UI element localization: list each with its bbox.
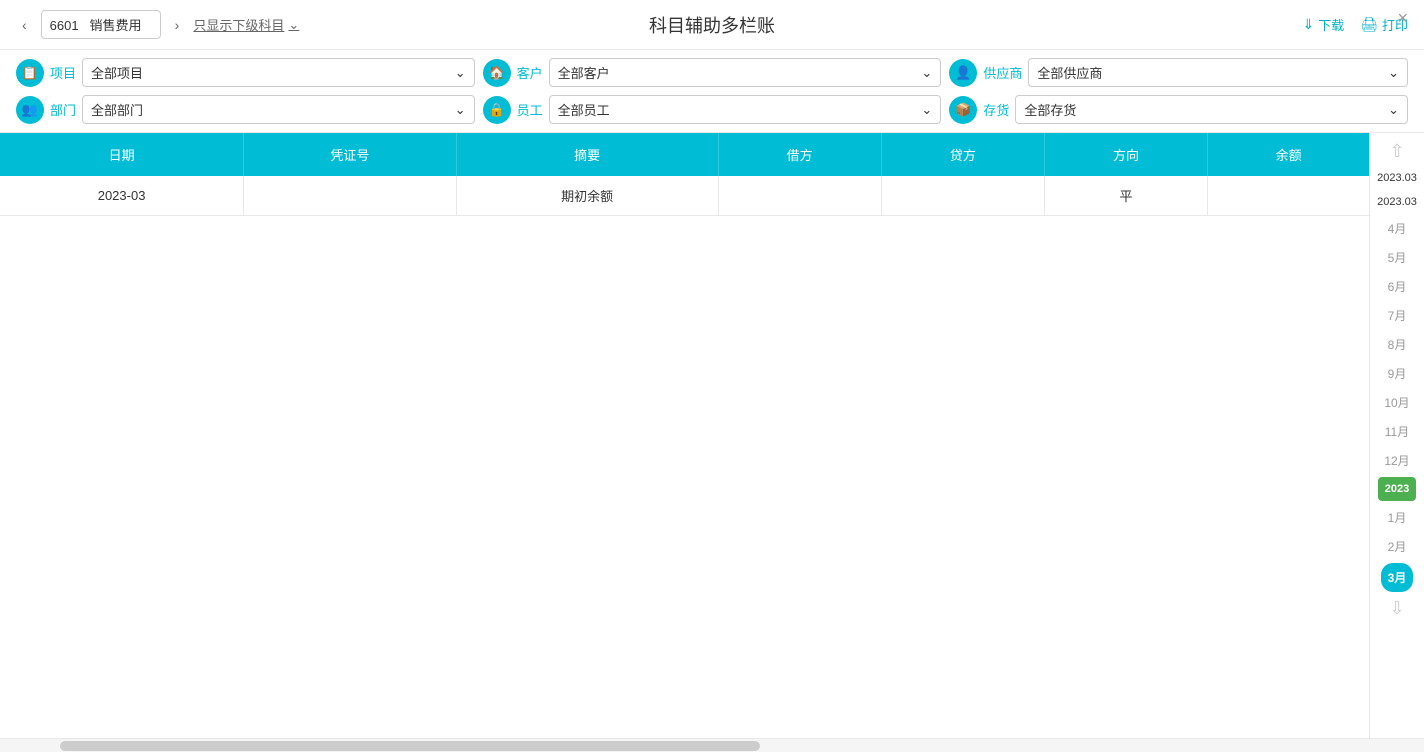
timeline-month-3-active[interactable]: 3月 [1381, 563, 1413, 592]
supplier-chevron-icon: ⌄ [1388, 65, 1399, 81]
dept-filter-row: 👥 部门 全部部门 ⌄ [16, 95, 475, 124]
title-bar: ‹ 6601 销售费用 › 只显示下级科目 ⌄ 科目辅助多栏账 ⇓ 下载 🖨 打… [0, 0, 1424, 50]
title-left: ‹ 6601 销售费用 › 只显示下级科目 ⌄ [16, 10, 299, 39]
col-debit: 借方 [718, 133, 881, 176]
dept-select-value: 全部部门 [91, 100, 143, 119]
timeline-month-5[interactable]: 5月 [1370, 243, 1424, 272]
cell-direction: 平 [1044, 176, 1207, 216]
download-icon: ⇓ [1302, 16, 1314, 33]
chevron-down-icon: ⌄ [288, 17, 299, 33]
col-voucher: 凭证号 [244, 133, 457, 176]
employee-select-value: 全部员工 [558, 100, 610, 119]
filter-row-1: 📋 项目 全部项目 ⌄ 🏠 客户 全部客户 ⌄ 👤 供应商 [16, 58, 1408, 87]
main-window: ‹ 6601 销售费用 › 只显示下级科目 ⌄ 科目辅助多栏账 ⇓ 下载 🖨 打… [0, 0, 1424, 752]
download-button[interactable]: ⇓ 下载 [1302, 15, 1344, 34]
supplier-select-wrapper[interactable]: 全部供应商 ⌄ [1028, 58, 1408, 87]
title-right: ⇓ 下载 🖨 打印 × [1302, 15, 1408, 34]
employee-chevron-icon: ⌄ [921, 102, 932, 118]
ledger-table: 日期 凭证号 摘要 借方 贷方 方向 余额 2023-03 期初余额 [0, 133, 1369, 216]
inventory-icon: 📦 [949, 96, 977, 124]
employee-filter-row: 🔒 员工 全部员工 ⌄ [483, 95, 942, 124]
filter-bar: 📋 项目 全部项目 ⌄ 🏠 客户 全部客户 ⌄ 👤 供应商 [0, 50, 1424, 133]
print-icon: 🖨 [1360, 16, 1378, 33]
dept-label: 部门 [50, 100, 76, 119]
project-filter-row: 📋 项目 全部项目 ⌄ [16, 58, 475, 87]
col-date: 日期 [0, 133, 244, 176]
scrollbar-area[interactable] [0, 738, 1424, 752]
col-credit: 贷方 [881, 133, 1044, 176]
cell-date: 2023-03 [0, 176, 244, 216]
inventory-chevron-icon: ⌄ [1388, 102, 1399, 118]
timeline-month-9[interactable]: 9月 [1370, 359, 1424, 388]
account-code-box: 6601 销售费用 [41, 10, 161, 39]
project-icon: 📋 [16, 59, 44, 87]
timeline-month-12[interactable]: 12月 [1370, 446, 1424, 475]
timeline-year-2023[interactable]: 2023 [1378, 477, 1416, 501]
customer-icon: 🏠 [483, 59, 511, 87]
account-name: 销售费用 [89, 18, 141, 33]
cell-summary: 期初余额 [456, 176, 718, 216]
project-chevron-icon: ⌄ [455, 65, 466, 81]
next-account-button[interactable]: › [169, 15, 186, 35]
timeline-up-arrow[interactable]: ⇧ [1385, 137, 1408, 166]
cell-balance [1208, 176, 1369, 216]
timeline-month-1[interactable]: 1月 [1370, 503, 1424, 532]
table-row[interactable]: 2023-03 期初余额 平 [0, 176, 1369, 216]
timeline-month-4[interactable]: 4月 [1370, 214, 1424, 243]
scroll-thumb[interactable] [60, 741, 760, 751]
close-button[interactable]: × [1397, 8, 1408, 29]
supplier-select-value: 全部供应商 [1037, 63, 1102, 82]
employee-select-wrapper[interactable]: 全部员工 ⌄ [549, 95, 942, 124]
inventory-label: 存货 [983, 100, 1009, 119]
employee-label: 员工 [517, 100, 543, 119]
dept-chevron-icon: ⌄ [455, 102, 466, 118]
project-select-wrapper[interactable]: 全部项目 ⌄ [82, 58, 475, 87]
side-timeline: ⇧ 2023.03 2023.03 4月 5月 6月 7月 8月 9月 10月 … [1369, 133, 1424, 738]
supplier-icon: 👤 [949, 59, 977, 87]
col-summary: 摘要 [456, 133, 718, 176]
prev-account-button[interactable]: ‹ [16, 15, 33, 35]
customer-select-value: 全部客户 [558, 63, 610, 82]
supplier-label: 供应商 [983, 63, 1022, 82]
supplier-filter-row: 👤 供应商 全部供应商 ⌄ [949, 58, 1408, 87]
cell-credit [881, 176, 1044, 216]
timeline-month-2[interactable]: 2月 [1370, 532, 1424, 561]
timeline-down-arrow[interactable]: ⇩ [1385, 594, 1408, 623]
table-header-row: 日期 凭证号 摘要 借方 贷方 方向 余额 [0, 133, 1369, 176]
timeline-month-11[interactable]: 11月 [1370, 417, 1424, 446]
inventory-select-wrapper[interactable]: 全部存货 ⌄ [1015, 95, 1408, 124]
table-area[interactable]: 日期 凭证号 摘要 借方 贷方 方向 余额 2023-03 期初余额 [0, 133, 1369, 738]
timeline-month-10[interactable]: 10月 [1370, 388, 1424, 417]
show-sub-filter[interactable]: 只显示下级科目 ⌄ [193, 15, 299, 34]
timeline-month-8[interactable]: 8月 [1370, 330, 1424, 359]
page-title: 科目辅助多栏账 [649, 12, 775, 38]
project-select-value: 全部项目 [91, 63, 143, 82]
cell-debit [718, 176, 881, 216]
main-content: 日期 凭证号 摘要 借方 贷方 方向 余额 2023-03 期初余额 [0, 133, 1424, 738]
timeline-month-7[interactable]: 7月 [1370, 301, 1424, 330]
customer-filter-row: 🏠 客户 全部客户 ⌄ [483, 58, 942, 87]
col-direction: 方向 [1044, 133, 1207, 176]
timeline-selected-top2[interactable]: 2023.03 [1370, 190, 1424, 214]
cell-voucher [244, 176, 457, 216]
timeline-selected-top1[interactable]: 2023.03 [1370, 166, 1424, 190]
dept-icon: 👥 [16, 96, 44, 124]
timeline-month-6[interactable]: 6月 [1370, 272, 1424, 301]
dept-select-wrapper[interactable]: 全部部门 ⌄ [82, 95, 475, 124]
customer-select-wrapper[interactable]: 全部客户 ⌄ [549, 58, 942, 87]
customer-label: 客户 [517, 63, 543, 82]
inventory-select-value: 全部存货 [1024, 100, 1076, 119]
customer-chevron-icon: ⌄ [921, 65, 932, 81]
employee-icon: 🔒 [483, 96, 511, 124]
filter-row-2: 👥 部门 全部部门 ⌄ 🔒 员工 全部员工 ⌄ 📦 存货 [16, 95, 1408, 124]
project-label: 项目 [50, 63, 76, 82]
col-balance: 余额 [1208, 133, 1369, 176]
inventory-filter-row: 📦 存货 全部存货 ⌄ [949, 95, 1408, 124]
account-code: 6601 [50, 18, 79, 33]
